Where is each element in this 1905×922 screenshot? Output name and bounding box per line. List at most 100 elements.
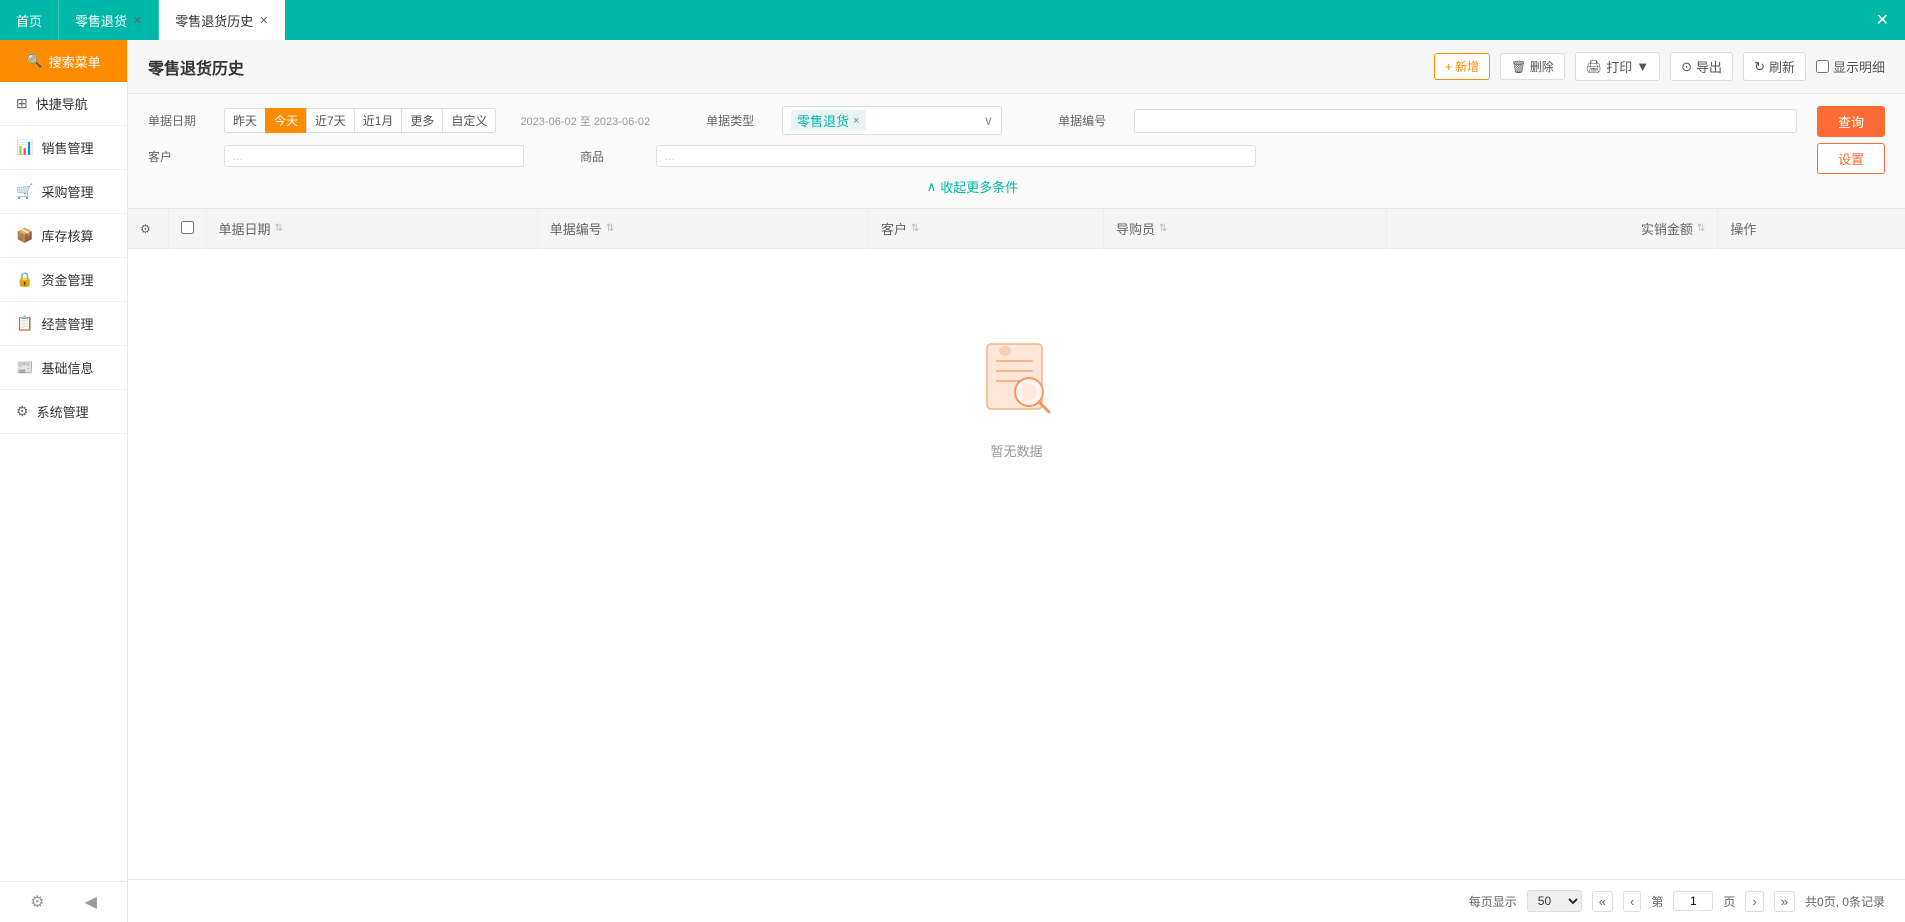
- sidebar-item-basic-info[interactable]: 📰 基础信息: [0, 346, 127, 390]
- amount-sort-icon: ⇅: [1697, 223, 1705, 234]
- doc-type-chevron-icon: ∨: [984, 113, 994, 129]
- finance-icon: 🔒: [16, 271, 33, 288]
- empty-illustration: [967, 329, 1067, 429]
- table-area: ⚙ 单据日期 ⇅ 单据编号: [128, 209, 1905, 879]
- col-customer[interactable]: 客户 ⇅: [869, 209, 1104, 249]
- quick-nav-icon: ⊞: [16, 95, 28, 112]
- date-btn-more[interactable]: 更多: [401, 108, 442, 133]
- export-icon: ⊙: [1681, 59, 1692, 75]
- tab-retail-return-history[interactable]: 零售退货历史 ✕: [159, 0, 285, 40]
- sidebar-settings-button[interactable]: ⚙: [30, 892, 44, 912]
- per-page-select[interactable]: 20 50 100: [1527, 890, 1582, 912]
- last-page-button[interactable]: »: [1774, 891, 1795, 912]
- page-header: 零售退货历史 + 新增 🗑 删除 🖨 打印 ▼ ⊙ 导出 ↻ 刷新: [128, 40, 1905, 94]
- guide-sort-icon: ⇅: [1159, 223, 1167, 234]
- filter-area: 单据日期 昨天 今天 近7天 近1月 更多 自定义 2023-06-02 至 2…: [128, 94, 1905, 209]
- doc-no-sort-icon: ⇅: [606, 223, 614, 234]
- tab-retail-return-close[interactable]: ✕: [133, 14, 142, 27]
- date-btn-yesterday[interactable]: 昨天: [224, 108, 265, 133]
- next-page-button[interactable]: ›: [1745, 891, 1763, 912]
- window-close-button[interactable]: ✕: [1860, 10, 1905, 30]
- per-page-label: 每页显示: [1469, 893, 1517, 910]
- print-icon: 🖨: [1586, 59, 1603, 75]
- purchase-icon: 🛒: [16, 183, 33, 200]
- date-btn-today[interactable]: 今天: [265, 108, 306, 133]
- sidebar-item-inventory[interactable]: 📦 库存核算: [0, 214, 127, 258]
- show-details-label[interactable]: 显示明细: [1816, 57, 1885, 76]
- select-all-checkbox[interactable]: [181, 221, 194, 234]
- filter-right-buttons: 查询 设置: [1817, 106, 1885, 174]
- customer-sort-icon: ⇅: [911, 223, 919, 234]
- basic-info-icon: 📰: [16, 359, 33, 376]
- customer-filter-label: 客户: [148, 148, 208, 165]
- col-doc-no[interactable]: 单据编号 ⇅: [537, 209, 868, 249]
- date-btn-1month[interactable]: 近1月: [354, 108, 402, 133]
- pagination-bar: 每页显示 20 50 100 « ‹ 第 1 页 › » 共0页, 0条记录: [128, 879, 1905, 922]
- date-btn-custom[interactable]: 自定义: [442, 108, 496, 133]
- print-chevron-icon: ▼: [1636, 59, 1649, 74]
- doc-type-select[interactable]: 零售退货 × ∨: [782, 106, 1002, 135]
- date-range-text: 2023-06-02 至 2023-06-02: [520, 113, 650, 129]
- doc-type-filter-label: 单据类型: [706, 112, 766, 129]
- col-gear[interactable]: ⚙: [128, 209, 168, 249]
- refresh-icon: ↻: [1754, 59, 1765, 75]
- collapse-button[interactable]: ∧ 收起更多条件: [148, 177, 1797, 196]
- doc-type-tag-close[interactable]: ×: [853, 115, 859, 127]
- sidebar-item-system[interactable]: ⚙ 系统管理: [0, 390, 127, 434]
- filter-row-2: 客户 ... 商品 ...: [148, 145, 1797, 167]
- goods-select[interactable]: ...: [656, 145, 1256, 167]
- page-title: 零售退货历史: [148, 55, 244, 79]
- customer-select[interactable]: ...: [224, 145, 524, 167]
- prev-page-button[interactable]: ‹: [1623, 891, 1641, 912]
- doc-no-input[interactable]: [1134, 109, 1797, 133]
- sidebar-item-sales-mgmt[interactable]: 📊 销售管理: [0, 126, 127, 170]
- sidebar-bottom: ⚙ ◀: [0, 881, 127, 922]
- tab-home[interactable]: 首页: [0, 0, 59, 40]
- content-area: 零售退货历史 + 新增 🗑 删除 🖨 打印 ▼ ⊙ 导出 ↻ 刷新: [128, 40, 1905, 922]
- main-layout: 🔍 搜索菜单 ⊞ 快捷导航 📊 销售管理 🛒 采购管理 📦 库存核算 🔒: [0, 40, 1905, 922]
- operations-icon: 📋: [16, 315, 33, 332]
- empty-text: 暂无数据: [990, 441, 1042, 460]
- date-sort-icon: ⇅: [275, 223, 283, 234]
- page-number-input[interactable]: 1: [1673, 891, 1713, 911]
- goods-dots: ...: [665, 149, 675, 163]
- export-button[interactable]: ⊙ 导出: [1670, 52, 1733, 81]
- sidebar-menu: ⊞ 快捷导航 📊 销售管理 🛒 采购管理 📦 库存核算 🔒 资金管理 📋: [0, 82, 127, 881]
- show-details-checkbox[interactable]: [1816, 60, 1829, 73]
- tab-retail-return[interactable]: 零售退货 ✕: [59, 0, 159, 40]
- filter-row-1: 单据日期 昨天 今天 近7天 近1月 更多 自定义 2023-06-02 至 2…: [148, 106, 1797, 135]
- tab-retail-return-history-close[interactable]: ✕: [259, 14, 268, 27]
- search-icon: 🔍: [26, 53, 42, 69]
- col-date[interactable]: 单据日期 ⇅: [206, 209, 537, 249]
- doc-no-filter-label: 单据编号: [1058, 112, 1118, 129]
- inventory-icon: 📦: [16, 227, 33, 244]
- sidebar-item-quick-nav[interactable]: ⊞ 快捷导航: [0, 82, 127, 126]
- first-page-button[interactable]: «: [1592, 891, 1613, 912]
- print-button[interactable]: 🖨 打印 ▼: [1575, 52, 1660, 81]
- collapse-up-icon: ∧: [927, 179, 937, 195]
- sidebar-item-purchase-mgmt[interactable]: 🛒 采购管理: [0, 170, 127, 214]
- sidebar: 🔍 搜索菜单 ⊞ 快捷导航 📊 销售管理 🛒 采购管理 📦 库存核算 🔒: [0, 40, 128, 922]
- sidebar-item-operations[interactable]: 📋 经营管理: [0, 302, 127, 346]
- delete-button[interactable]: 🗑 删除: [1500, 53, 1565, 80]
- settings-button[interactable]: 设置: [1817, 143, 1885, 174]
- col-checkbox: [168, 209, 206, 249]
- system-icon: ⚙: [16, 403, 29, 420]
- sidebar-search[interactable]: 🔍 搜索菜单: [0, 40, 127, 82]
- total-info: 共0页, 0条记录: [1805, 893, 1885, 910]
- col-guide[interactable]: 导购员 ⇅: [1103, 209, 1386, 249]
- col-action: 操作: [1718, 209, 1905, 249]
- tab-list: 首页 零售退货 ✕ 零售退货历史 ✕: [0, 0, 1860, 40]
- sidebar-collapse-button[interactable]: ◀: [85, 892, 97, 912]
- col-amount[interactable]: 实销金额 ⇅: [1387, 209, 1718, 249]
- refresh-button[interactable]: ↻ 刷新: [1743, 52, 1806, 81]
- date-btn-7days[interactable]: 近7天: [306, 108, 354, 133]
- data-table: ⚙ 单据日期 ⇅ 单据编号: [128, 209, 1905, 249]
- query-button[interactable]: 查询: [1817, 106, 1885, 137]
- new-button[interactable]: + 新增: [1434, 53, 1490, 80]
- top-bar: 首页 零售退货 ✕ 零售退货历史 ✕ ✕: [0, 0, 1905, 40]
- page-unit-label: 页: [1723, 893, 1735, 910]
- sidebar-item-finance[interactable]: 🔒 资金管理: [0, 258, 127, 302]
- doc-type-tag: 零售退货 ×: [791, 110, 865, 131]
- date-filter-buttons: 昨天 今天 近7天 近1月 更多 自定义: [224, 108, 496, 133]
